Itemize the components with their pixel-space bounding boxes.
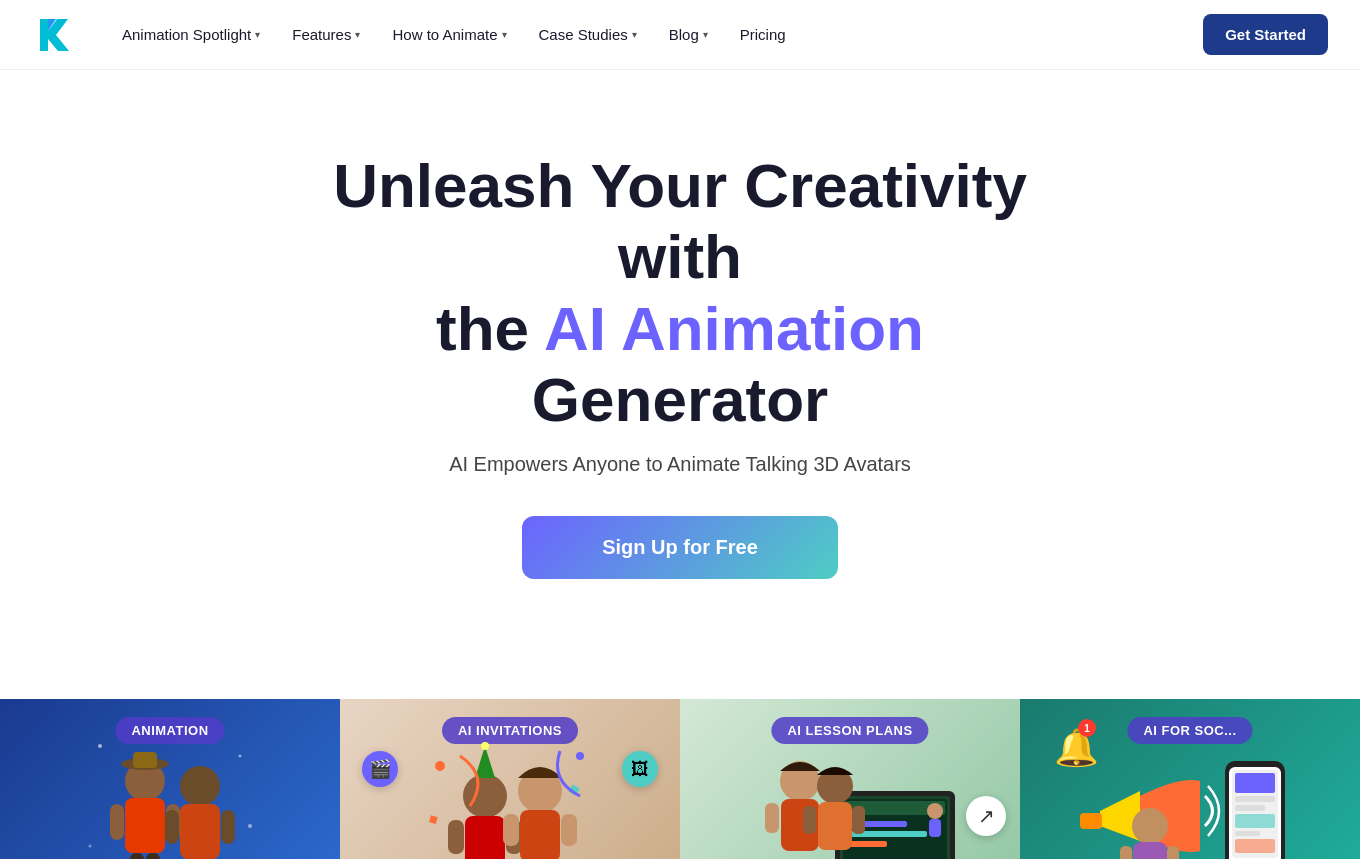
chevron-down-icon: ▾ xyxy=(502,29,507,40)
svg-rect-28 xyxy=(503,814,519,846)
nav-item-pricing[interactable]: Pricing xyxy=(726,18,800,51)
svg-point-30 xyxy=(435,761,445,771)
svg-point-10 xyxy=(180,766,220,806)
nav-right: Get Started xyxy=(1203,14,1328,55)
svg-rect-46 xyxy=(929,819,941,837)
svg-rect-67 xyxy=(1120,846,1132,859)
svg-point-21 xyxy=(463,774,507,818)
svg-point-18 xyxy=(89,845,92,848)
svg-rect-27 xyxy=(520,810,560,859)
svg-rect-24 xyxy=(448,820,464,854)
signup-cta-button[interactable]: Sign Up for Free xyxy=(522,516,838,579)
svg-rect-29 xyxy=(561,814,577,846)
hero-section: Unleash Your Creativity with the AI Anim… xyxy=(0,70,1360,619)
svg-rect-5 xyxy=(125,798,165,853)
card-ai-social[interactable]: AI FOR SOC... 🔔 1 xyxy=(1020,699,1360,859)
svg-rect-62 xyxy=(1235,814,1275,828)
svg-point-23 xyxy=(481,742,489,750)
svg-rect-52 xyxy=(818,802,852,850)
chevron-down-icon: ▾ xyxy=(255,29,260,40)
get-started-button[interactable]: Get Started xyxy=(1203,14,1328,55)
svg-point-45 xyxy=(927,803,943,819)
svg-rect-64 xyxy=(1235,839,1275,853)
nav-item-animation-spotlight[interactable]: Animation Spotlight ▾ xyxy=(108,18,274,51)
card-ai-invitations[interactable]: AI INVITATIONS 🎬 🖼 🎤 xyxy=(340,699,680,859)
svg-rect-55 xyxy=(1080,813,1102,829)
nav-item-how-to-animate[interactable]: How to Animate ▾ xyxy=(378,18,520,51)
chevron-down-icon: ▾ xyxy=(632,29,637,40)
navbar: Animation Spotlight ▾ Features ▾ How to … xyxy=(0,0,1360,70)
svg-rect-60 xyxy=(1235,796,1275,802)
svg-rect-9 xyxy=(146,853,160,859)
card-content-invitations xyxy=(340,699,680,859)
nav-item-case-studies[interactable]: Case Studies ▾ xyxy=(525,18,651,51)
svg-rect-13 xyxy=(221,810,235,844)
svg-rect-6 xyxy=(110,804,124,840)
card-animation[interactable]: ANIMATION xyxy=(0,699,340,859)
card-content-animation xyxy=(0,699,340,859)
svg-rect-11 xyxy=(180,804,220,859)
svg-rect-35 xyxy=(429,816,438,825)
svg-point-65 xyxy=(1132,808,1168,844)
card-ai-lesson-plans[interactable]: AI LESSON PLANS ↗ xyxy=(680,699,1020,859)
hero-subtitle: AI Empowers Anyone to Animate Talking 3D… xyxy=(449,453,911,476)
svg-rect-3 xyxy=(133,752,157,768)
card-content-social: 😊 📱 🎯 xyxy=(1020,699,1360,859)
svg-rect-66 xyxy=(1133,842,1167,859)
logo[interactable] xyxy=(32,13,76,57)
chevron-down-icon: ▾ xyxy=(703,29,708,40)
nav-item-features[interactable]: Features ▾ xyxy=(278,18,374,51)
svg-rect-12 xyxy=(165,810,179,844)
svg-rect-49 xyxy=(765,803,779,833)
svg-rect-61 xyxy=(1235,805,1265,811)
svg-rect-42 xyxy=(847,841,887,847)
svg-point-16 xyxy=(98,744,102,748)
svg-rect-68 xyxy=(1167,846,1179,859)
nav-item-blog[interactable]: Blog ▾ xyxy=(655,18,722,51)
chevron-down-icon: ▾ xyxy=(355,29,360,40)
svg-rect-53 xyxy=(803,806,816,834)
svg-point-19 xyxy=(248,824,252,828)
svg-point-31 xyxy=(576,752,584,760)
card-content-lesson xyxy=(680,699,1020,859)
feature-cards-row: ANIMATION xyxy=(0,699,1360,859)
svg-rect-63 xyxy=(1235,831,1260,836)
hero-title: Unleash Your Creativity with the AI Anim… xyxy=(280,150,1080,435)
svg-rect-59 xyxy=(1235,773,1275,793)
svg-point-17 xyxy=(239,755,242,758)
nav-links: Animation Spotlight ▾ Features ▾ How to … xyxy=(108,18,1203,51)
svg-rect-8 xyxy=(130,853,144,859)
svg-rect-54 xyxy=(852,806,865,834)
svg-rect-22 xyxy=(465,816,505,859)
